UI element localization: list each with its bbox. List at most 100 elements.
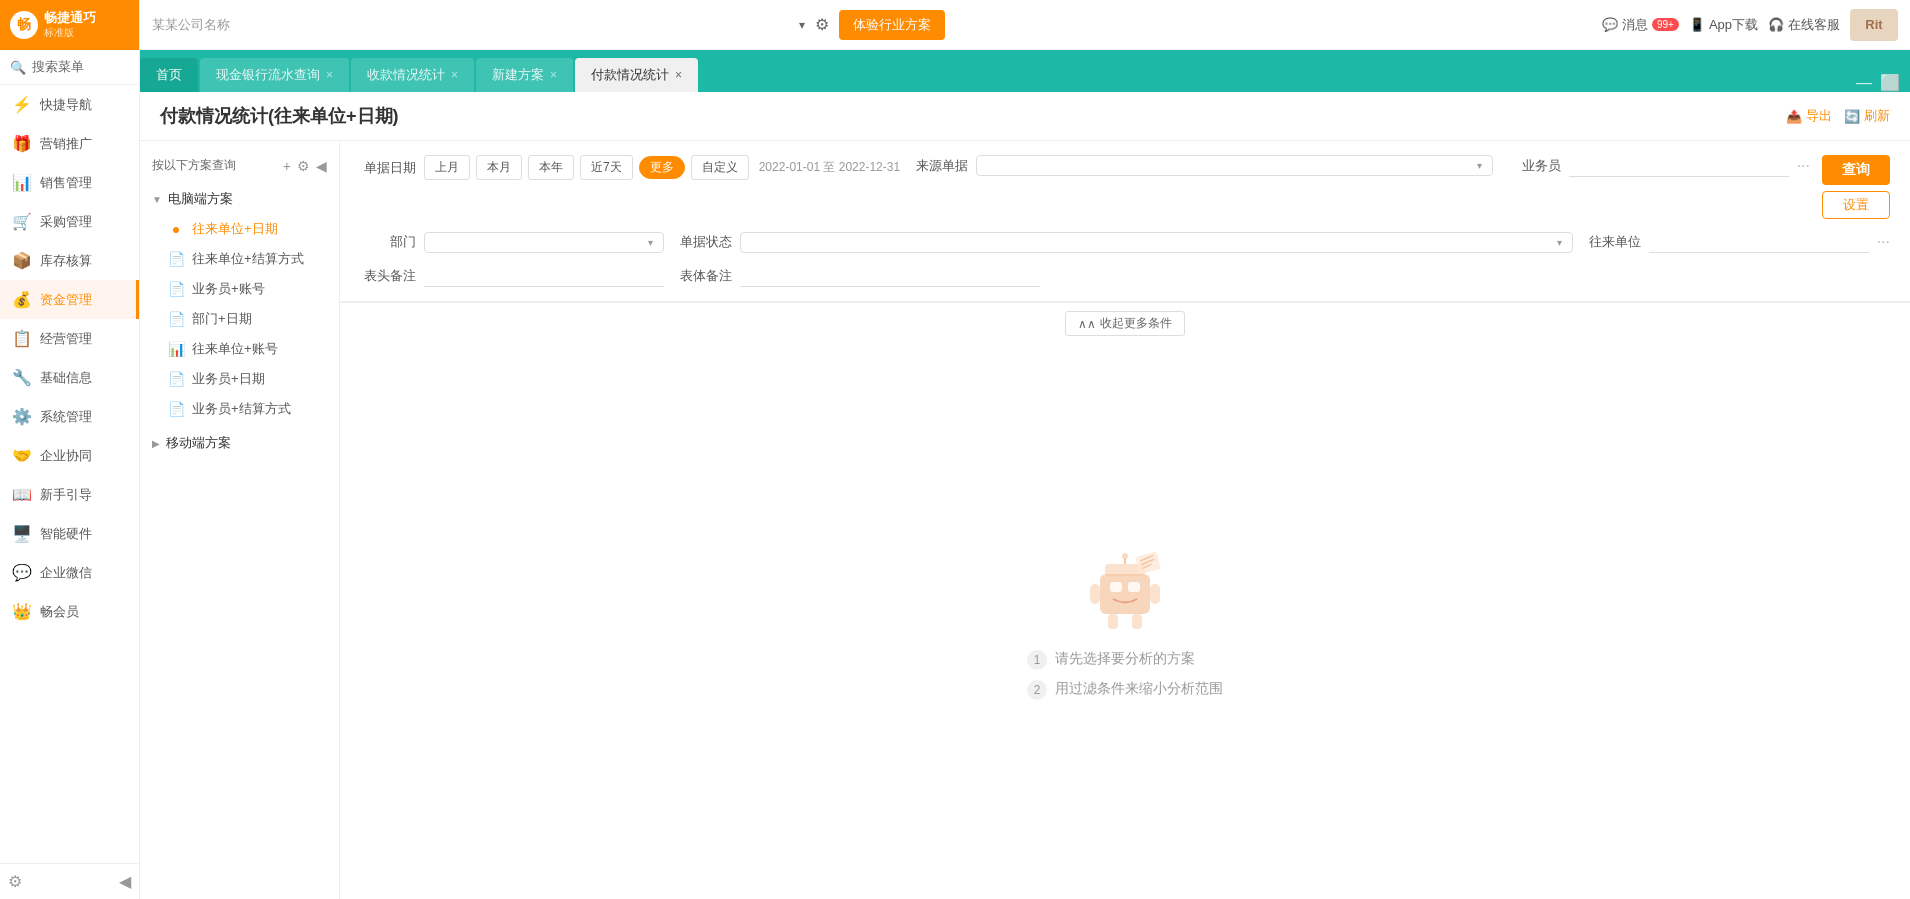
unit-date-icon: ●: [168, 221, 184, 237]
tab-bar: 首页 现金银行流水查询 × 收款情况统计 × 新建方案 × 付款情况统计 × —…: [140, 50, 1910, 92]
sidebar-item-label: 基础信息: [40, 369, 92, 387]
user-avatar[interactable]: Rit: [1850, 9, 1898, 41]
left-panel-header-actions: + ⚙ ◀: [283, 158, 327, 174]
unit-settle-icon: 📄: [168, 251, 184, 267]
date-btn-this-month[interactable]: 本月: [476, 155, 522, 180]
tab-home[interactable]: 首页: [140, 58, 198, 92]
sidebar-item-enterprise[interactable]: 🤝 企业协同: [0, 436, 139, 475]
vip-icon: 👑: [12, 602, 32, 621]
settings-button[interactable]: 设置: [1822, 191, 1890, 219]
source-select-arrow: ▾: [1477, 160, 1482, 171]
svg-rect-2: [1128, 582, 1140, 592]
date-btn-last-7days[interactable]: 近7天: [580, 155, 633, 180]
refresh-label: 刷新: [1864, 107, 1890, 125]
mobile-group-title[interactable]: ▶ 移动端方案: [140, 428, 339, 458]
desktop-group-arrow: ▼: [152, 194, 162, 205]
topbar-message-btn[interactable]: 💬 消息 99+: [1602, 16, 1679, 34]
staff-account-icon: 📄: [168, 281, 184, 297]
tab-maximize-icon[interactable]: ⬜: [1880, 73, 1900, 92]
sidebar-item-guide[interactable]: 📖 新手引导: [0, 475, 139, 514]
search-menu[interactable]: 🔍 搜索菜单: [0, 50, 139, 85]
sidebar: 畅 畅捷通巧 标准版 🔍 搜索菜单 ⚡ 快捷导航 🎁 营销推广 📊 销售管理 🛒…: [0, 0, 140, 899]
source-select[interactable]: ▾: [976, 155, 1493, 176]
dept-label: 部门: [360, 233, 416, 251]
query-button[interactable]: 查询: [1822, 155, 1890, 185]
scheme-item-unit-account[interactable]: 📊 往来单位+账号: [140, 334, 339, 364]
sidebar-item-weixin[interactable]: 💬 企业微信: [0, 553, 139, 592]
sidebar-item-purchase[interactable]: 🛒 采购管理: [0, 202, 139, 241]
weixin-icon: 💬: [12, 563, 32, 582]
tab-bank[interactable]: 现金银行流水查询 ×: [200, 58, 349, 92]
tab-new-scheme-close-icon[interactable]: ×: [550, 68, 557, 82]
footer-collapse-icon[interactable]: ◀: [119, 872, 131, 891]
avatar-text: Rit: [1865, 17, 1882, 32]
tab-receipts[interactable]: 收款情况统计 ×: [351, 58, 474, 92]
counterparty-dots[interactable]: ···: [1877, 233, 1890, 251]
footer-settings-icon[interactable]: ⚙: [8, 872, 22, 891]
export-button[interactable]: 📤 导出: [1786, 107, 1832, 125]
tab-minimize-icon[interactable]: —: [1856, 74, 1872, 92]
staff-dots[interactable]: ···: [1797, 157, 1810, 175]
bill-status-select-arrow: ▾: [1557, 237, 1562, 248]
date-btn-this-year[interactable]: 本年: [528, 155, 574, 180]
dept-select[interactable]: ▾: [424, 232, 664, 253]
sidebar-item-inventory[interactable]: 📦 库存核算: [0, 241, 139, 280]
sidebar-item-marketing[interactable]: 🎁 营销推广: [0, 124, 139, 163]
scheme-item-label: 往来单位+结算方式: [192, 250, 304, 268]
empty-illustration: [1075, 544, 1175, 634]
bill-status-select[interactable]: ▾: [740, 232, 1573, 253]
scheme-item-dept-date[interactable]: 📄 部门+日期: [140, 304, 339, 334]
scheme-item-staff-account[interactable]: 📄 业务员+账号: [140, 274, 339, 304]
sidebar-item-label: 营销推广: [40, 135, 92, 153]
sidebar-item-vip[interactable]: 👑 畅会员: [0, 592, 139, 631]
sidebar-item-hardware[interactable]: 🖥️ 智能硬件: [0, 514, 139, 553]
topbar-gear-icon[interactable]: ⚙: [815, 15, 829, 34]
topbar-app-download-btn[interactable]: 📱 App下载: [1689, 16, 1758, 34]
desktop-group-title[interactable]: ▼ 电脑端方案: [140, 184, 339, 214]
scheme-item-unit-settle[interactable]: 📄 往来单位+结算方式: [140, 244, 339, 274]
logo-text: 畅捷通巧 标准版: [44, 10, 96, 40]
sidebar-item-basic[interactable]: 🔧 基础信息: [0, 358, 139, 397]
quick-nav-icon: ⚡: [12, 95, 32, 114]
search-icon: 🔍: [10, 60, 26, 75]
sidebar-item-label: 智能硬件: [40, 525, 92, 543]
left-panel-collapse-icon[interactable]: ◀: [316, 158, 327, 174]
date-btn-custom[interactable]: 自定义: [691, 155, 749, 180]
basic-icon: 🔧: [12, 368, 32, 387]
collapse-button[interactable]: ∧∧ 收起更多条件: [1065, 311, 1185, 336]
sidebar-item-label: 库存核算: [40, 252, 92, 270]
sidebar-item-label: 新手引导: [40, 486, 92, 504]
date-btn-last-month[interactable]: 上月: [424, 155, 470, 180]
sidebar-item-label: 经营管理: [40, 330, 92, 348]
sidebar-item-system[interactable]: ⚙️ 系统管理: [0, 397, 139, 436]
tab-new-scheme[interactable]: 新建方案 ×: [476, 58, 573, 92]
desktop-scheme-group: ▼ 电脑端方案 ● 往来单位+日期 📄 往来单位+结算方式 📄 业务员+账号: [140, 184, 339, 424]
topbar-dropdown-icon[interactable]: ▾: [799, 18, 805, 32]
sidebar-item-label: 采购管理: [40, 213, 92, 231]
scheme-item-unit-date[interactable]: ● 往来单位+日期: [140, 214, 339, 244]
collapse-up-icon: ∧∧: [1078, 317, 1096, 331]
sidebar-item-sales[interactable]: 📊 销售管理: [0, 163, 139, 202]
date-btn-more[interactable]: 更多: [639, 156, 685, 179]
sidebar-item-finance[interactable]: 💰 资金管理: [0, 280, 139, 319]
refresh-button[interactable]: 🔄 刷新: [1844, 107, 1890, 125]
tab-payment-stats-close-icon[interactable]: ×: [675, 68, 682, 82]
app-download-label: App下载: [1709, 16, 1758, 34]
scheme-item-staff-settle[interactable]: 📄 业务员+结算方式: [140, 394, 339, 424]
empty-area: 1 请先选择要分析的方案 2 用过滤条件来缩小分析范围: [340, 344, 1910, 899]
try-industry-button[interactable]: 体验行业方案: [839, 10, 945, 40]
body-area: 按以下方案查询 + ⚙ ◀ ▼ 电脑端方案 ● 往来单位+日期: [140, 141, 1910, 899]
tab-payment-stats[interactable]: 付款情况统计 ×: [575, 58, 698, 92]
sidebar-item-operation[interactable]: 📋 经营管理: [0, 319, 139, 358]
inventory-icon: 📦: [12, 251, 32, 270]
topbar-online-service-btn[interactable]: 🎧 在线客服: [1768, 16, 1840, 34]
scheme-gear-icon[interactable]: ⚙: [297, 158, 310, 174]
tab-bank-close-icon[interactable]: ×: [326, 68, 333, 82]
scheme-item-staff-date[interactable]: 📄 业务员+日期: [140, 364, 339, 394]
add-scheme-icon[interactable]: +: [283, 158, 291, 174]
enterprise-icon: 🤝: [12, 446, 32, 465]
tab-receipts-close-icon[interactable]: ×: [451, 68, 458, 82]
sidebar-item-label: 销售管理: [40, 174, 92, 192]
content-area: 付款情况统计(往来单位+日期) 📤 导出 🔄 刷新 按以下方案查询 +: [140, 92, 1910, 899]
sidebar-item-quick-nav[interactable]: ⚡ 快捷导航: [0, 85, 139, 124]
